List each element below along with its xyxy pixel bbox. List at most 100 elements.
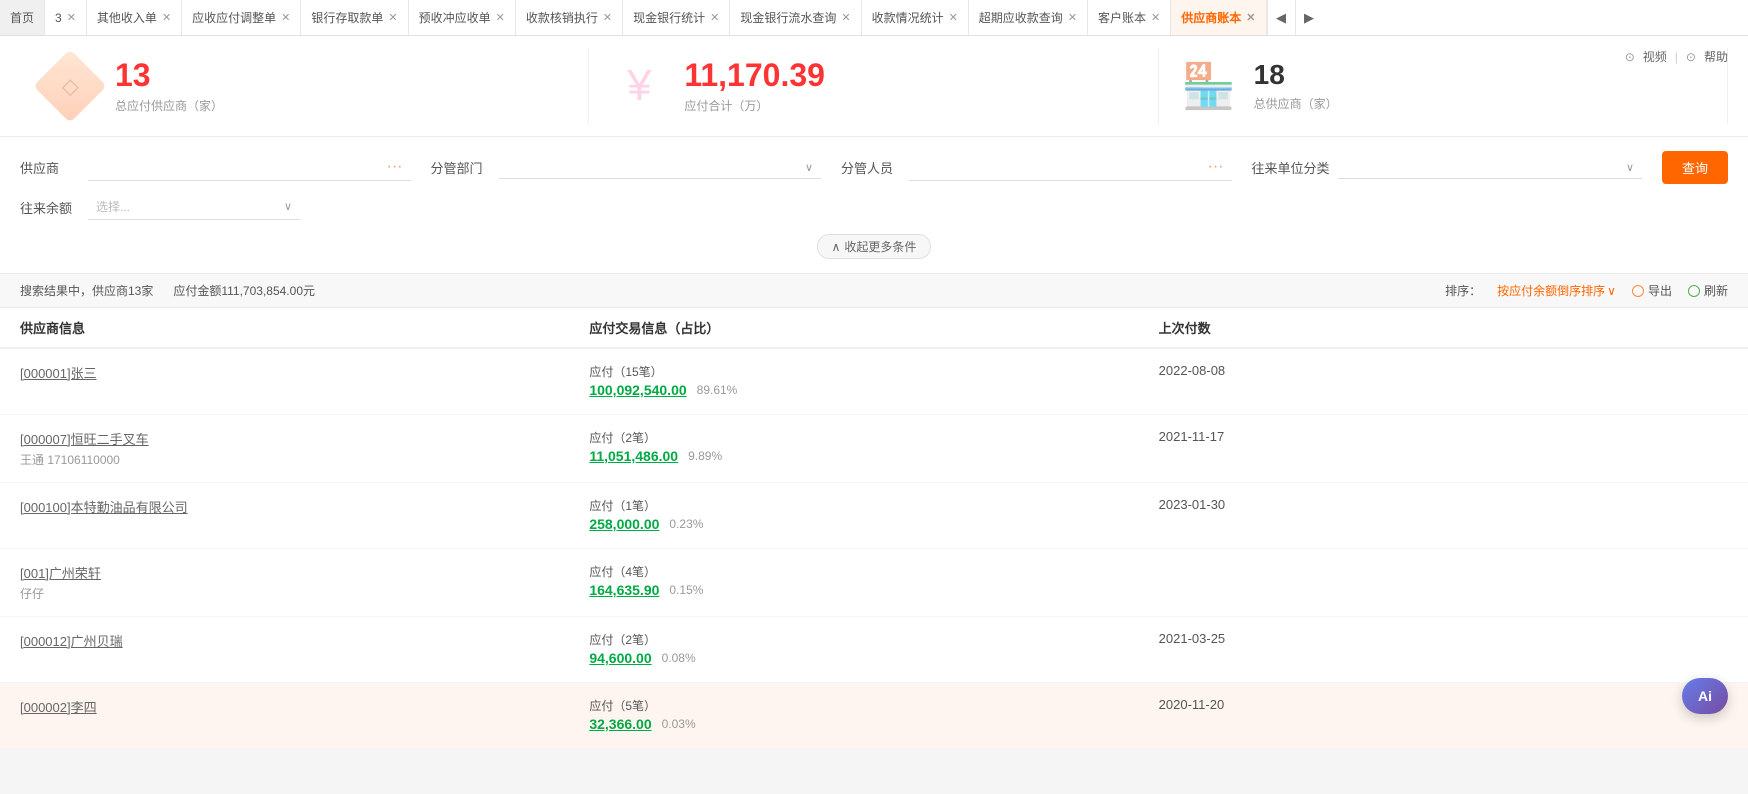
supplier-cell: [000007]恒旺二手叉车王通 17106110000 <box>20 429 589 468</box>
tx-label: 应付（15笔） <box>589 363 1158 380</box>
ai-button-label: Ai <box>1698 688 1712 704</box>
supplier-filter-input-wrap[interactable]: ··· <box>88 154 411 181</box>
result-actions: 排序： 按应付余额倒序排序 ∨ 导出 刷新 <box>1445 282 1728 299</box>
tx-percent: 0.15% <box>669 583 703 597</box>
refresh-icon <box>1688 285 1700 297</box>
tx-amount[interactable]: 100,092,540.00 <box>589 382 686 398</box>
table-body: [000001]张三应付（15笔）100,092,540.0089.61%202… <box>0 349 1748 749</box>
person-filter-dots[interactable]: ··· <box>1208 158 1224 176</box>
nav-arrow-right[interactable]: ▶ <box>1295 0 1323 35</box>
nav-tab-other-income-label: 其他收入单 <box>97 9 157 26</box>
nav-tab-overdue-query-close[interactable]: ✕ <box>1068 11 1077 24</box>
last-pay-value: 2022-08-08 <box>1159 363 1728 378</box>
nav-tab-home[interactable]: 首页 <box>0 0 45 35</box>
nav-tab-overdue-query[interactable]: 超期应收款查询 ✕ <box>969 0 1088 35</box>
nav-tab-cash-stats-close[interactable]: ✕ <box>710 11 719 24</box>
nav-tab-other-income-close[interactable]: ✕ <box>162 11 171 24</box>
nav-tab-supplier-ledger[interactable]: 供应商账本 ✕ <box>1171 0 1266 35</box>
supplier-link[interactable]: [000012]广州贝瑞 <box>20 631 589 650</box>
tx-label: 应付（2笔） <box>589 429 1158 446</box>
result-amount: 应付金额111,703,854.00元 <box>173 282 315 299</box>
supplier-link[interactable]: [000007]恒旺二手叉车 <box>20 429 589 448</box>
last-pay-cell: 2022-08-08 <box>1159 363 1728 400</box>
tx-amount[interactable]: 11,051,486.00 <box>589 448 678 464</box>
nav-arrow-left[interactable]: ◀ <box>1267 0 1295 35</box>
nav-tab-collection-verify-label: 收款核销执行 <box>526 9 598 26</box>
last-pay-cell: 2021-03-25 <box>1159 631 1728 668</box>
filter-supplier: 供应商 ··· <box>20 154 411 181</box>
person-filter-input[interactable] <box>917 160 1208 175</box>
last-pay-cell: 2021-11-17 <box>1159 429 1728 468</box>
nav-tab-3-close[interactable]: ✕ <box>67 11 76 24</box>
supplier-filter-input[interactable] <box>96 160 387 175</box>
stat-supplier-number: 13 <box>115 58 223 93</box>
nav-tab-bank-deposit[interactable]: 银行存取款单 ✕ <box>301 0 408 35</box>
tx-amount-row: 94,600.000.08% <box>589 648 1158 668</box>
collapse-button[interactable]: ∧ 收起更多条件 <box>817 234 932 259</box>
unit-type-filter-label: 往来单位分类 <box>1252 158 1330 177</box>
tx-amount[interactable]: 164,635.90 <box>589 582 659 598</box>
video-link[interactable]: 视频 <box>1643 48 1667 65</box>
nav-tab-ar-adjust-close[interactable]: ✕ <box>281 11 290 24</box>
tx-cell: 应付（2笔） 11,051,486.00 9.89% <box>589 429 1158 468</box>
nav-tab-other-income[interactable]: 其他收入单 ✕ <box>87 0 182 35</box>
supplier-link[interactable]: [001]广州荣轩 <box>20 563 589 582</box>
nav-tab-customer-ledger-close[interactable]: ✕ <box>1151 11 1160 24</box>
supplier-filter-dots[interactable]: ··· <box>387 158 403 176</box>
nav-tab-overdue-query-label: 超期应收款查询 <box>979 9 1063 26</box>
nav-tab-ar-adjust[interactable]: 应收应付调整单 ✕ <box>182 0 301 35</box>
nav-tab-supplier-ledger-label: 供应商账本 <box>1181 9 1241 26</box>
stats-bar: ◇ 13 总应付供应商（家） ¥ 11,170.39 应付合计（万） 🏪 18 … <box>0 36 1748 137</box>
table-row: [000100]本特勤油品有限公司应付（1笔）258,000.000.23%20… <box>0 483 1748 549</box>
nav-tab-cash-stats[interactable]: 现金银行统计 ✕ <box>623 0 730 35</box>
nav-tab-cash-flow-close[interactable]: ✕ <box>841 11 850 24</box>
nav-tab-collection-status[interactable]: 收款情况统计 ✕ <box>862 0 969 35</box>
stat-supplier-label: 总应付供应商（家） <box>115 97 223 114</box>
result-supplier-count: 搜索结果中，供应商13家 <box>20 282 153 299</box>
nav-tab-bank-deposit-close[interactable]: ✕ <box>388 11 397 24</box>
tx-percent: 9.89% <box>688 449 722 463</box>
last-pay-cell: 2020-11-20 <box>1159 697 1728 734</box>
supplier-link[interactable]: [000001]张三 <box>20 363 589 382</box>
nav-tab-collection-verify[interactable]: 收款核销执行 ✕ <box>516 0 623 35</box>
tx-amount[interactable]: 258,000.00 <box>589 516 659 532</box>
nav-tab-supplier-ledger-close[interactable]: ✕ <box>1246 11 1255 24</box>
dept-filter-select-wrap[interactable]: ∨ <box>499 157 822 179</box>
table-header: 供应商信息 应付交易信息（占比） 上次付数 <box>0 308 1748 349</box>
balance-filter-select-wrap[interactable]: 选择... ∨ <box>88 194 300 220</box>
nav-tab-collection-status-close[interactable]: ✕ <box>949 11 958 24</box>
refresh-button[interactable]: 刷新 <box>1688 282 1728 299</box>
tx-amount[interactable]: 32,366.00 <box>589 716 651 732</box>
help-link[interactable]: 帮助 <box>1704 48 1728 65</box>
supplier-cell: [000012]广州贝瑞 <box>20 631 589 668</box>
nav-tab-3[interactable]: 3 ✕ <box>45 0 87 35</box>
last-pay-value: 2023-01-30 <box>1159 497 1728 512</box>
unit-type-filter-select-wrap[interactable]: ∨ <box>1338 157 1642 179</box>
person-filter-input-wrap[interactable]: ··· <box>909 154 1232 181</box>
stat-total-supplier-icon: 🏪 <box>1179 56 1239 116</box>
export-button[interactable]: 导出 <box>1632 282 1672 299</box>
top-right-links: ⊙ 视频 | ⊙ 帮助 <box>1625 48 1728 65</box>
tx-amount[interactable]: 94,600.00 <box>589 650 651 666</box>
nav-tab-cash-flow-label: 现金银行流水查询 <box>740 9 836 26</box>
supplier-cell: [000100]本特勤油品有限公司 <box>20 497 589 534</box>
stat-total-supplier-number: 18 <box>1254 60 1338 91</box>
ai-button[interactable]: Ai <box>1682 678 1728 714</box>
stat-payable-icon: ¥ <box>609 56 669 116</box>
stat-payable-number: 11,170.39 <box>684 58 825 93</box>
tx-amount-row: 100,092,540.0089.61% <box>589 380 1158 400</box>
table-row: [000001]张三应付（15笔）100,092,540.0089.61%202… <box>0 349 1748 415</box>
nav-tab-cash-flow[interactable]: 现金银行流水查询 ✕ <box>730 0 861 35</box>
sort-select[interactable]: 按应付余额倒序排序 ∨ <box>1497 282 1616 299</box>
unit-type-filter-arrow: ∨ <box>1626 161 1634 174</box>
supplier-link[interactable]: [000100]本特勤油品有限公司 <box>20 497 589 516</box>
nav-tab-advance-offset[interactable]: 预收冲应收单 ✕ <box>409 0 516 35</box>
nav-tab-customer-ledger[interactable]: 客户账本 ✕ <box>1088 0 1171 35</box>
link-separator: | <box>1675 50 1678 64</box>
nav-tab-collection-verify-close[interactable]: ✕ <box>603 11 612 24</box>
tx-cell: 应付（4笔）164,635.900.15% <box>589 563 1158 602</box>
query-button[interactable]: 查询 <box>1662 151 1728 184</box>
supplier-link[interactable]: [000002]李四 <box>20 697 589 716</box>
tx-label: 应付（5笔） <box>589 697 1158 714</box>
nav-tab-advance-offset-close[interactable]: ✕ <box>496 11 505 24</box>
